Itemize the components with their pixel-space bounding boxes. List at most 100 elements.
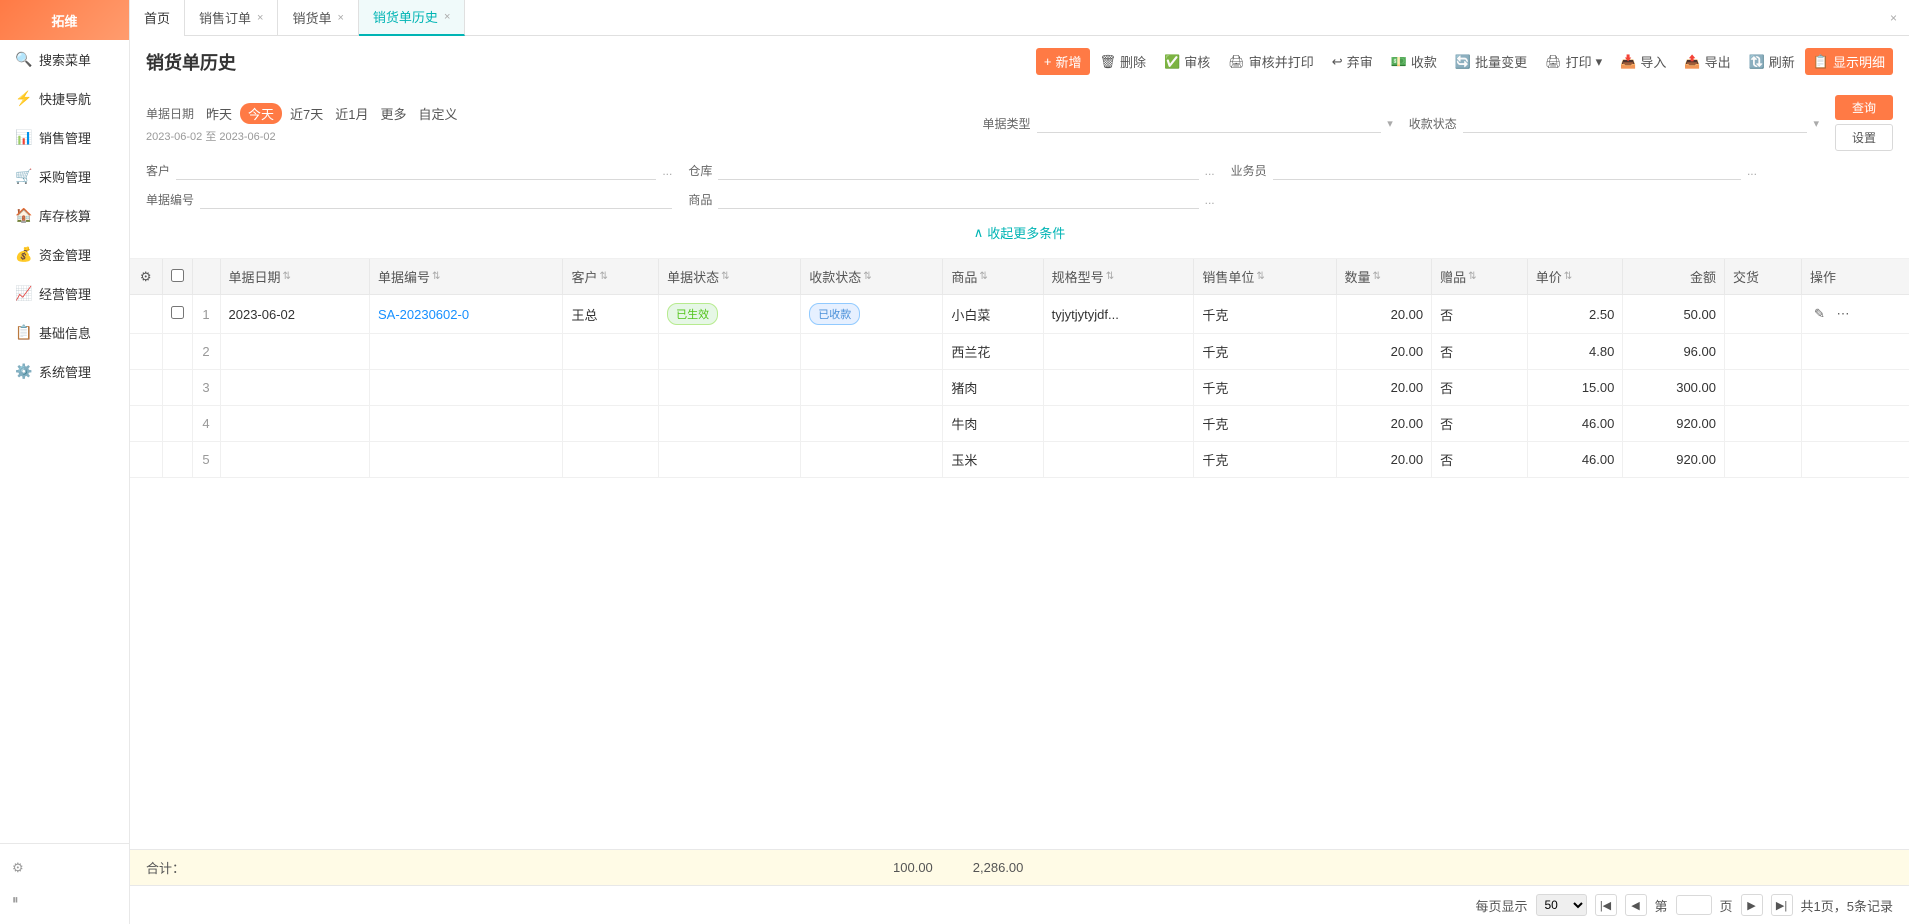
- settings-button[interactable]: 设置: [1835, 124, 1893, 151]
- customer-input[interactable]: [176, 161, 656, 180]
- col-qty[interactable]: 数量 ⇅: [1336, 259, 1432, 295]
- table-body: 1 2023-06-02 SA-20230602-0 王总 已生效 已收款 小白…: [130, 295, 1909, 478]
- shortcut-today[interactable]: 今天: [240, 103, 282, 124]
- export-button[interactable]: 📤 导出: [1676, 48, 1738, 75]
- sidebar-item-sales-mgmt[interactable]: 📊 销售管理: [0, 118, 129, 157]
- page-number-input[interactable]: 1: [1676, 895, 1712, 915]
- shortcut-more[interactable]: 更多: [377, 103, 411, 124]
- delete-icon: 🗑: [1100, 54, 1117, 70]
- tab-home[interactable]: 首页: [130, 0, 185, 36]
- sort-spec-icon: ⇅: [1106, 271, 1114, 282]
- import-button[interactable]: 📥 导入: [1612, 48, 1674, 75]
- row-checkbox[interactable]: [162, 370, 192, 406]
- total-label: 共1页，5条记录: [1801, 896, 1893, 915]
- row-doc-status: [659, 406, 801, 442]
- row-payment-status: [801, 442, 943, 478]
- col-gift[interactable]: 赠品 ⇅: [1432, 259, 1528, 295]
- goods-picker[interactable]: ...: [1205, 193, 1215, 207]
- next-page-btn[interactable]: ▶: [1741, 894, 1763, 916]
- row-checkbox[interactable]: [162, 442, 192, 478]
- delete-button[interactable]: 🗑 删除: [1092, 48, 1155, 75]
- warehouse-input[interactable]: [718, 161, 1198, 180]
- col-price[interactable]: 单价 ⇅: [1527, 259, 1623, 295]
- goods-input[interactable]: [718, 190, 1198, 209]
- show-detail-button[interactable]: 📋 显示明细: [1805, 48, 1893, 75]
- edit-row-btn[interactable]: ✎: [1810, 304, 1829, 324]
- doc-no-link[interactable]: SA-20230602-0: [378, 307, 469, 322]
- abandon-button[interactable]: ↩ 弃审: [1324, 48, 1381, 75]
- tab-sales-order[interactable]: 销售订单 ×: [185, 0, 278, 36]
- payment-status-input[interactable]: [1463, 114, 1808, 133]
- select-all-checkbox[interactable]: [171, 269, 184, 282]
- shortcut-custom[interactable]: 自定义: [415, 103, 462, 124]
- audit-print-button[interactable]: 🖨 审核并打印: [1220, 48, 1322, 75]
- shortcut-7days[interactable]: 近7天: [286, 103, 327, 124]
- row-checkbox[interactable]: [162, 295, 192, 334]
- salesperson-input[interactable]: [1273, 161, 1741, 180]
- last-page-btn[interactable]: ▶|: [1771, 894, 1793, 916]
- sidebar-item-inventory[interactable]: 🏠 库存核算: [0, 196, 129, 235]
- refresh-button[interactable]: 🔃 刷新: [1741, 48, 1803, 75]
- col-spec[interactable]: 规格型号 ⇅: [1043, 259, 1194, 295]
- tab-sales-delivery[interactable]: 销货单 ×: [278, 0, 358, 36]
- col-goods[interactable]: 商品 ⇅: [943, 259, 1043, 295]
- customer-picker[interactable]: ...: [662, 164, 672, 178]
- col-payment-status[interactable]: 收款状态 ⇅: [801, 259, 943, 295]
- sidebar-item-search-menu[interactable]: 🔍 搜索菜单: [0, 40, 129, 79]
- doc-icon: 📋: [15, 324, 31, 341]
- filter-goods: 商品 ...: [688, 190, 1214, 209]
- operations-icon: 📈: [15, 285, 31, 302]
- page-size-select[interactable]: 20 50 100: [1536, 894, 1587, 916]
- payment-status-dropdown[interactable]: ▾: [1813, 117, 1819, 130]
- doc-no-input[interactable]: [200, 190, 672, 209]
- query-button[interactable]: 查询: [1835, 95, 1893, 120]
- more-row-btn[interactable]: ⋯: [1833, 304, 1854, 324]
- sidebar-item-purchase-mgmt[interactable]: 🛒 采购管理: [0, 157, 129, 196]
- tab-sales-history-close[interactable]: ×: [444, 11, 450, 23]
- col-gear[interactable]: ⚙: [130, 259, 162, 295]
- prev-page-btn[interactable]: ◀: [1625, 894, 1647, 916]
- doc-type-dropdown[interactable]: ▾: [1387, 117, 1393, 130]
- collect-button[interactable]: 💵 收款: [1383, 48, 1445, 75]
- row-qty: 20.00: [1336, 370, 1432, 406]
- print-button[interactable]: 🖨 打印 ▾: [1537, 48, 1610, 75]
- audit-button[interactable]: ✅ 审核: [1156, 48, 1218, 75]
- close-all-tabs[interactable]: ×: [1878, 11, 1909, 25]
- col-customer[interactable]: 客户 ⇅: [563, 259, 659, 295]
- row-amount: 96.00: [1623, 334, 1725, 370]
- collapse-filter-btn[interactable]: ∧ 收起更多条件: [146, 219, 1893, 246]
- sidebar-item-system[interactable]: ⚙️ 系统管理: [0, 352, 129, 391]
- tab-sales-order-close[interactable]: ×: [257, 12, 263, 24]
- row-check[interactable]: [171, 306, 184, 319]
- row-checkbox[interactable]: [162, 406, 192, 442]
- warehouse-picker[interactable]: ...: [1205, 164, 1215, 178]
- sidebar-item-finance[interactable]: 💰 资金管理: [0, 235, 129, 274]
- sidebar-item-basic-info[interactable]: 📋 基础信息: [0, 313, 129, 352]
- row-transaction: [1724, 370, 1801, 406]
- warehouse-label: 仓库: [688, 162, 712, 179]
- filter-doc-no: 单据编号: [146, 190, 672, 209]
- row-num: 1: [192, 295, 220, 334]
- batch-change-button[interactable]: 🔄 批量变更: [1447, 48, 1535, 75]
- row-gear: [130, 334, 162, 370]
- row-date: [220, 334, 369, 370]
- col-unit[interactable]: 销售单位 ⇅: [1194, 259, 1336, 295]
- col-doc-no[interactable]: 单据编号 ⇅: [369, 259, 562, 295]
- sidebar-bottom-pause[interactable]: ⏸: [0, 884, 129, 916]
- sidebar-bottom-settings[interactable]: ⚙: [0, 852, 129, 884]
- shortcut-yesterday[interactable]: 昨天: [202, 103, 236, 124]
- new-button[interactable]: + 新增: [1036, 48, 1090, 75]
- col-action: 操作: [1801, 259, 1909, 295]
- tab-sales-history[interactable]: 销货单历史 ×: [359, 0, 465, 36]
- sidebar-item-operations[interactable]: 📈 经营管理: [0, 274, 129, 313]
- col-doc-status[interactable]: 单据状态 ⇅: [659, 259, 801, 295]
- tab-sales-delivery-close[interactable]: ×: [337, 12, 343, 24]
- doc-type-input[interactable]: [1037, 114, 1382, 133]
- salesperson-picker[interactable]: ...: [1747, 164, 1757, 178]
- shortcut-1month[interactable]: 近1月: [331, 103, 372, 124]
- first-page-btn[interactable]: |◀: [1595, 894, 1617, 916]
- col-date[interactable]: 单据日期 ⇅: [220, 259, 369, 295]
- row-checkbox[interactable]: [162, 334, 192, 370]
- sidebar-item-quick-nav[interactable]: ⚡ 快捷导航: [0, 79, 129, 118]
- row-gift: 否: [1432, 334, 1528, 370]
